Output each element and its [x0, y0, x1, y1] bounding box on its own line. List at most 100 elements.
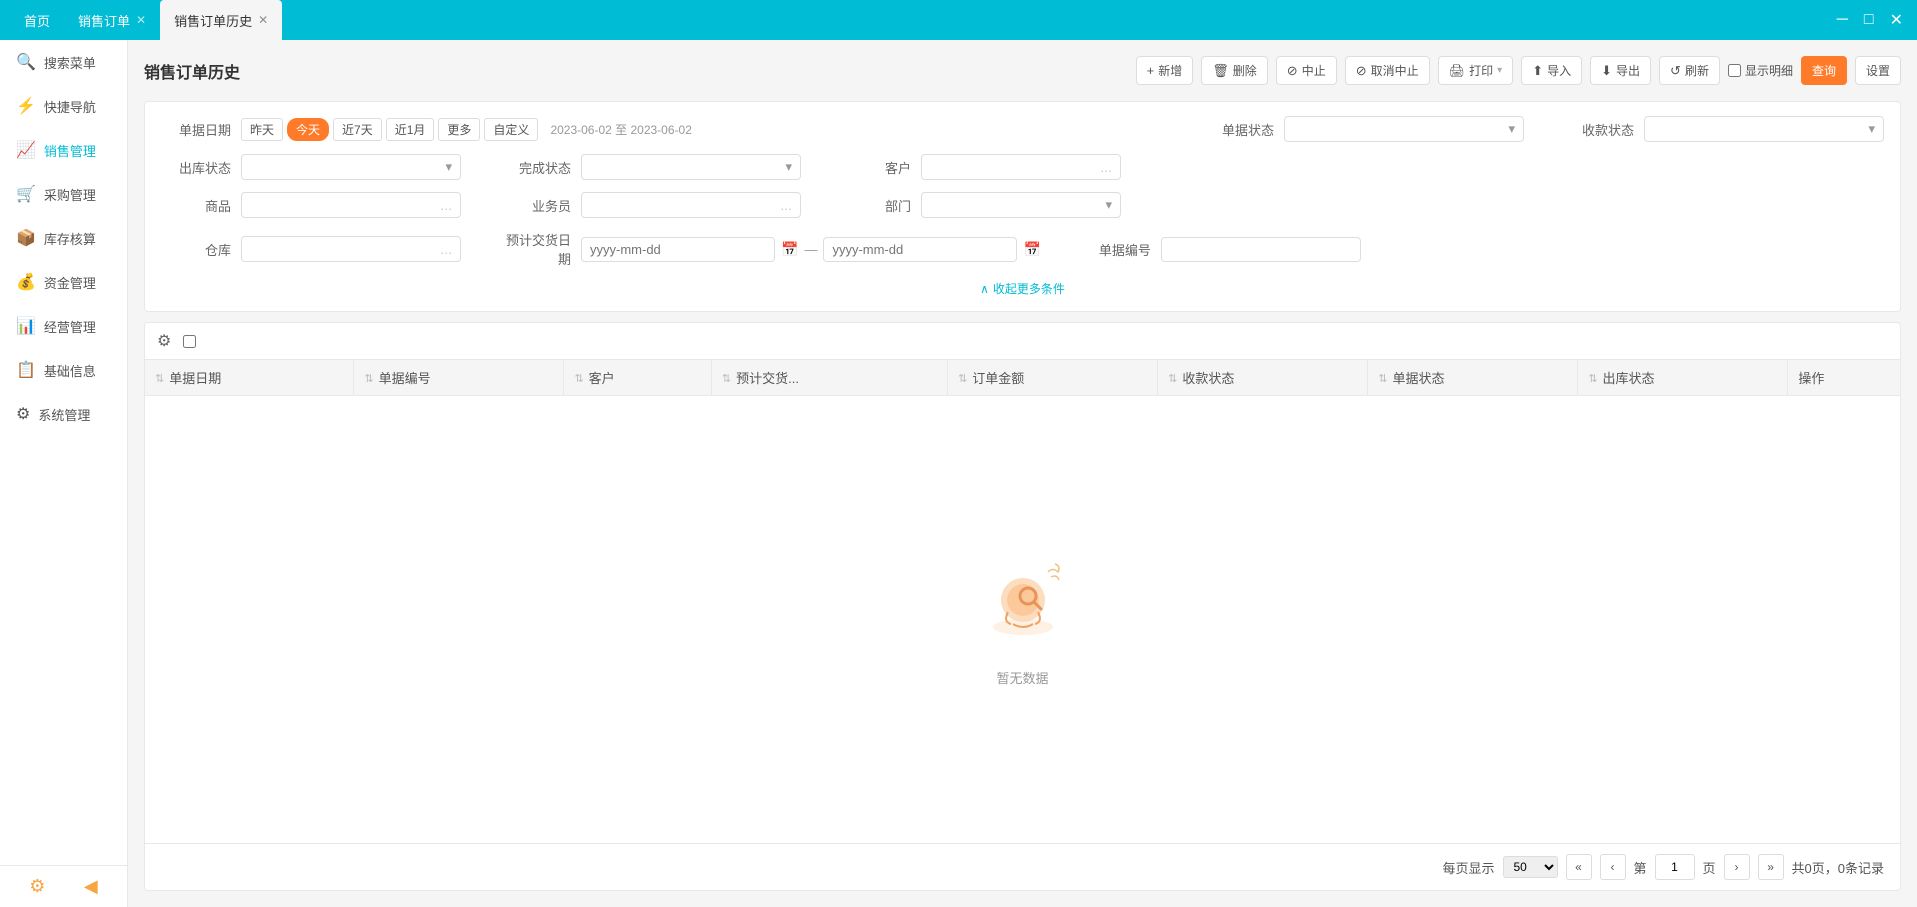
salesman-dots-icon[interactable]: ... — [780, 197, 792, 213]
collapse-arrow-icon: ∧ — [980, 282, 989, 296]
sidebar-item-operation[interactable]: 📊 经营管理 — [0, 304, 127, 348]
add-button[interactable]: + 新增 — [1136, 56, 1194, 85]
tab-sales-order-close[interactable]: ✕ — [136, 13, 146, 27]
import-icon: ⬆ — [1532, 63, 1543, 79]
order-number-input[interactable] — [1161, 237, 1361, 262]
sidebar-item-inventory[interactable]: 📦 库存核算 — [0, 216, 127, 260]
salesman-input-container[interactable]: ... — [581, 192, 801, 218]
sidebar-item-system-label: 系统管理 — [38, 405, 90, 424]
complete-status-chevron — [781, 159, 792, 175]
collapse-row[interactable]: ∧ 收起更多条件 — [161, 280, 1884, 297]
sidebar-item-finance[interactable]: 💰 资金管理 — [0, 260, 127, 304]
payment-sort-icon[interactable] — [1168, 370, 1179, 385]
search-icon: 🔍 — [16, 52, 36, 72]
delivery-date-start-calendar-icon[interactable]: 📅 — [781, 241, 798, 258]
first-page-button[interactable]: « — [1566, 854, 1592, 880]
order-status-sort-icon[interactable] — [1378, 370, 1389, 385]
sidebar-item-sales[interactable]: 📈 销售管理 — [0, 128, 127, 172]
date-btn-today[interactable]: 今天 — [287, 118, 329, 141]
delivery-date-end[interactable] — [823, 237, 1017, 262]
warehouse-dots-icon[interactable]: ... — [440, 241, 452, 257]
stop-button[interactable]: ⊘ 中止 — [1276, 56, 1337, 85]
print-button[interactable]: 🖨 打印 ▾ — [1438, 56, 1514, 85]
tab-sales-history-close[interactable]: ✕ — [258, 13, 268, 27]
date-sort-icon[interactable] — [155, 370, 166, 385]
settings-button[interactable]: 设置 — [1855, 56, 1901, 85]
date-btn-1month[interactable]: 近1月 — [386, 118, 435, 141]
tab-sales-order[interactable]: 销售订单 ✕ — [64, 0, 160, 40]
show-detail-checkbox[interactable]: 显示明细 — [1728, 62, 1793, 79]
show-detail-input[interactable] — [1728, 64, 1741, 77]
sidebar-collapse-icon[interactable]: ◀ — [84, 876, 98, 897]
add-icon: + — [1147, 63, 1155, 78]
prev-page-button[interactable]: ‹ — [1600, 854, 1626, 880]
settings-label: 设置 — [1866, 62, 1890, 79]
goods-input-container[interactable]: ... — [241, 192, 461, 218]
col-delivery-label: 预计交货... — [736, 368, 799, 387]
sidebar-item-quicknav[interactable]: ⚡ 快捷导航 — [0, 84, 127, 128]
number-sort-icon[interactable] — [364, 370, 375, 385]
refresh-icon: ↺ — [1670, 63, 1681, 79]
date-btn-yesterday[interactable]: 昨天 — [241, 118, 283, 141]
sidebar-item-operation-label: 经营管理 — [44, 317, 96, 336]
payment-status-label: 收款状态 — [1564, 120, 1644, 139]
window-close-icon[interactable]: ✕ — [1886, 8, 1907, 32]
delivery-date-start[interactable] — [581, 237, 775, 262]
delete-button[interactable]: 🗑 删除 — [1201, 56, 1268, 85]
date-btn-custom[interactable]: 自定义 — [484, 118, 538, 141]
warehouse-label: 仓库 — [161, 240, 241, 259]
sidebar-item-purchase[interactable]: 🛒 采购管理 — [0, 172, 127, 216]
next-page-button[interactable]: › — [1724, 854, 1750, 880]
page-number-input[interactable] — [1655, 854, 1695, 880]
sidebar-item-search[interactable]: 🔍 搜索菜单 — [0, 40, 127, 84]
sidebar-settings-icon[interactable]: ⚙ — [29, 876, 45, 897]
query-button[interactable]: 查询 — [1801, 56, 1847, 85]
outbound-select[interactable] — [241, 154, 461, 180]
delivery-sort-icon[interactable] — [722, 370, 733, 385]
cancel-stop-button[interactable]: ⊘ 取消中止 — [1345, 56, 1430, 85]
import-button[interactable]: ⬆ 导入 — [1521, 56, 1582, 85]
delivery-date-end-calendar-icon[interactable]: 📅 — [1023, 241, 1040, 258]
department-select[interactable] — [921, 192, 1121, 218]
payment-status-select[interactable] — [1644, 116, 1884, 142]
export-icon: ⬇ — [1601, 63, 1612, 79]
customer-input-container[interactable]: ... — [921, 154, 1121, 180]
col-outbound-status: 出库状态 — [1578, 360, 1788, 396]
outbound-sort-icon[interactable] — [1588, 370, 1599, 385]
date-range-text: 2023-06-02 至 2023-06-02 — [550, 121, 691, 138]
goods-label: 商品 — [161, 196, 241, 215]
col-customer: 客户 — [564, 360, 711, 396]
sidebar: 🔍 搜索菜单 ⚡ 快捷导航 📈 销售管理 🛒 采购管理 📦 库存核算 💰 资金管… — [0, 40, 128, 907]
customer-sort-icon[interactable] — [574, 370, 585, 385]
table-settings-icon[interactable]: ⚙ — [157, 331, 171, 351]
date-label: 单据日期 — [161, 120, 241, 139]
table-header-row: 单据日期 单据编号 客户 — [145, 360, 1900, 396]
sidebar-item-base[interactable]: 📋 基础信息 — [0, 348, 127, 392]
last-page-button[interactable]: » — [1758, 854, 1784, 880]
sidebar-item-purchase-label: 采购管理 — [44, 185, 96, 204]
order-status-select[interactable] — [1284, 116, 1524, 142]
minimize-icon[interactable]: ─ — [1833, 9, 1852, 31]
maximize-icon[interactable]: □ — [1860, 9, 1878, 31]
select-all-checkbox[interactable] — [183, 335, 196, 348]
tab-home[interactable]: 首页 — [10, 0, 64, 40]
sidebar-item-system[interactable]: ⚙ 系统管理 — [0, 392, 127, 436]
date-btn-more[interactable]: 更多 — [438, 118, 480, 141]
sales-icon: 📈 — [16, 140, 36, 160]
refresh-button[interactable]: ↺ 刷新 — [1659, 56, 1720, 85]
print-label: 打印 — [1469, 62, 1493, 79]
filter-row-2: 出库状态 完成状态 客户 ... — [161, 154, 1884, 180]
cancel-stop-label: 取消中止 — [1371, 62, 1419, 79]
amount-sort-icon[interactable] — [958, 370, 969, 385]
date-buttons: 昨天 今天 近7天 近1月 更多 自定义 — [241, 118, 538, 141]
per-page-select[interactable]: 50 100 200 — [1503, 856, 1558, 878]
warehouse-input-container[interactable]: ... — [241, 236, 461, 262]
export-button[interactable]: ⬇ 导出 — [1590, 56, 1651, 85]
col-outbound-status-label: 出库状态 — [1603, 368, 1655, 387]
goods-dots-icon[interactable]: ... — [440, 197, 452, 213]
date-btn-7days[interactable]: 近7天 — [333, 118, 382, 141]
tab-sales-history[interactable]: 销售订单历史 ✕ — [160, 0, 282, 40]
customer-dots-icon[interactable]: ... — [1100, 159, 1112, 175]
delete-label: 删除 — [1233, 62, 1257, 79]
complete-status-select[interactable] — [581, 154, 801, 180]
